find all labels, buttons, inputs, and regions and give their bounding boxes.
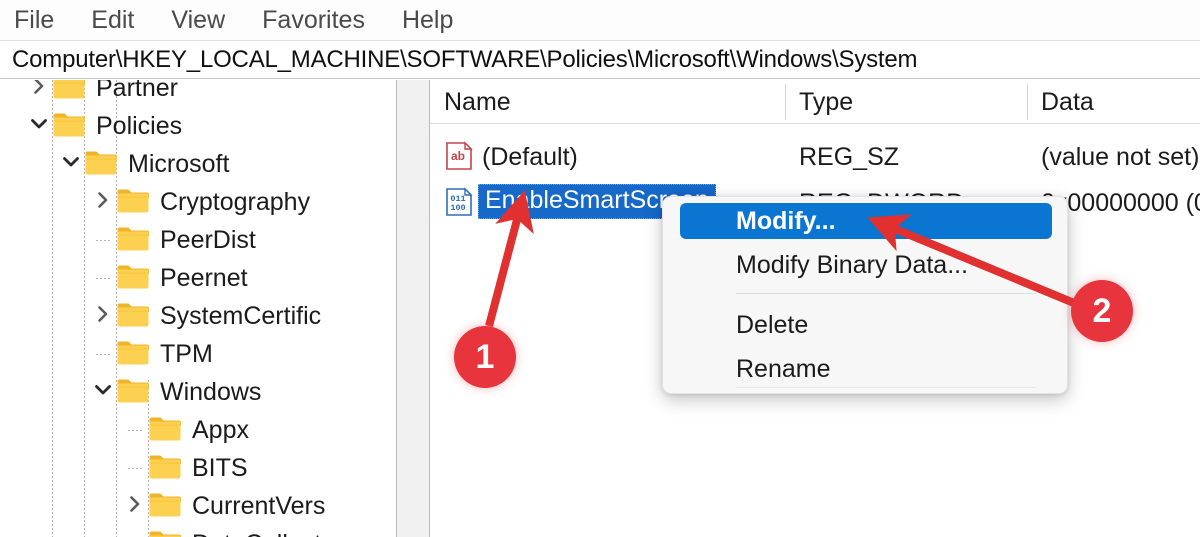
menu-bar: File Edit View Favorites Help	[0, 0, 1200, 40]
folder-icon	[116, 225, 150, 252]
context-menu-item-modify-binary-data[interactable]: Modify Binary Data...	[680, 247, 1052, 283]
tree-item-datacollect[interactable]: DataCollect	[0, 519, 396, 537]
context-menu-separator	[736, 293, 1036, 294]
annotation-badge-1: 1	[454, 326, 516, 388]
context-menu-item-delete[interactable]: Delete	[680, 307, 1052, 343]
value-row[interactable]: ab (Default) REG_SZ (value not set)	[430, 133, 1200, 179]
folder-icon	[116, 301, 150, 328]
context-menu-item-rename[interactable]: Rename	[680, 351, 1052, 387]
registry-editor-window: File Edit View Favorites Help Computer\H…	[0, 0, 1200, 537]
column-header-name[interactable]: Name	[430, 80, 785, 124]
folder-icon	[148, 491, 182, 518]
tree-item-label: TPM	[160, 340, 213, 368]
value-data: (value not set)	[1041, 143, 1200, 171]
tree-item-label: Microsoft	[128, 150, 230, 178]
folder-icon	[116, 377, 150, 404]
tree-item-label: SystemCertific	[160, 302, 322, 330]
column-header-data[interactable]: Data	[1027, 80, 1200, 124]
list-column-header: Name Type Data	[430, 80, 1200, 124]
value-name: (Default)	[482, 143, 578, 171]
address-bar[interactable]: Computer\HKEY_LOCAL_MACHINE\SOFTWARE\Pol…	[0, 40, 1200, 79]
menu-item-help[interactable]: Help	[402, 7, 453, 33]
string-value-icon: ab	[444, 141, 474, 171]
chevron-right-icon[interactable]	[26, 80, 52, 99]
chevron-right-icon[interactable]	[122, 491, 148, 517]
chevron-right-icon[interactable]	[90, 301, 116, 327]
pane-splitter[interactable]	[396, 80, 430, 537]
tree-item-label: Peernet	[160, 264, 248, 292]
tree-item-label: Cryptography	[160, 188, 311, 216]
chevron-down-icon[interactable]	[90, 377, 116, 403]
menu-item-edit[interactable]: Edit	[91, 7, 134, 33]
tree-item-label: Windows	[160, 378, 262, 406]
folder-icon	[84, 149, 118, 176]
menu-item-file[interactable]: File	[14, 7, 54, 33]
tree-item-label: Partner	[96, 80, 178, 102]
folder-icon	[148, 529, 182, 537]
folder-icon	[52, 80, 86, 100]
folder-icon	[148, 453, 182, 480]
tree-item-label: BITS	[192, 454, 248, 482]
registry-path-text: Computer\HKEY_LOCAL_MACHINE\SOFTWARE\Pol…	[12, 45, 918, 73]
tree-item-label: PeerDist	[160, 226, 256, 254]
value-type: REG_SZ	[799, 143, 900, 171]
annotation-badge-2: 2	[1071, 280, 1133, 342]
binary-value-icon: 011 100	[444, 187, 474, 217]
tree-item-label: DataCollect	[192, 532, 321, 537]
svg-text:ab: ab	[451, 149, 465, 163]
registry-tree-pane[interactable]: Partner Policies Microsoft Cryptography Peer…	[0, 80, 396, 537]
tree-item-label: Appx	[192, 416, 249, 444]
folder-icon	[148, 415, 182, 442]
folder-icon	[52, 111, 86, 138]
tree-item-label: CurrentVers	[192, 492, 326, 520]
folder-icon	[116, 263, 150, 290]
svg-text:100: 100	[450, 203, 465, 213]
menu-item-view[interactable]: View	[171, 7, 225, 33]
chevron-right-icon[interactable]	[90, 187, 116, 213]
folder-icon	[116, 187, 150, 214]
column-header-type[interactable]: Type	[785, 80, 1027, 124]
chevron-down-icon[interactable]	[58, 149, 84, 175]
context-menu-bottom-edge	[736, 387, 1036, 388]
folder-icon	[116, 339, 150, 366]
menu-item-favorites[interactable]: Favorites	[262, 7, 365, 33]
context-menu[interactable]: Modify... Modify Binary Data... Delete Rena…	[662, 196, 1068, 394]
tree-item-label: Policies	[96, 112, 183, 140]
context-menu-item-modify[interactable]: Modify...	[680, 203, 1052, 239]
chevron-down-icon[interactable]	[26, 111, 52, 137]
